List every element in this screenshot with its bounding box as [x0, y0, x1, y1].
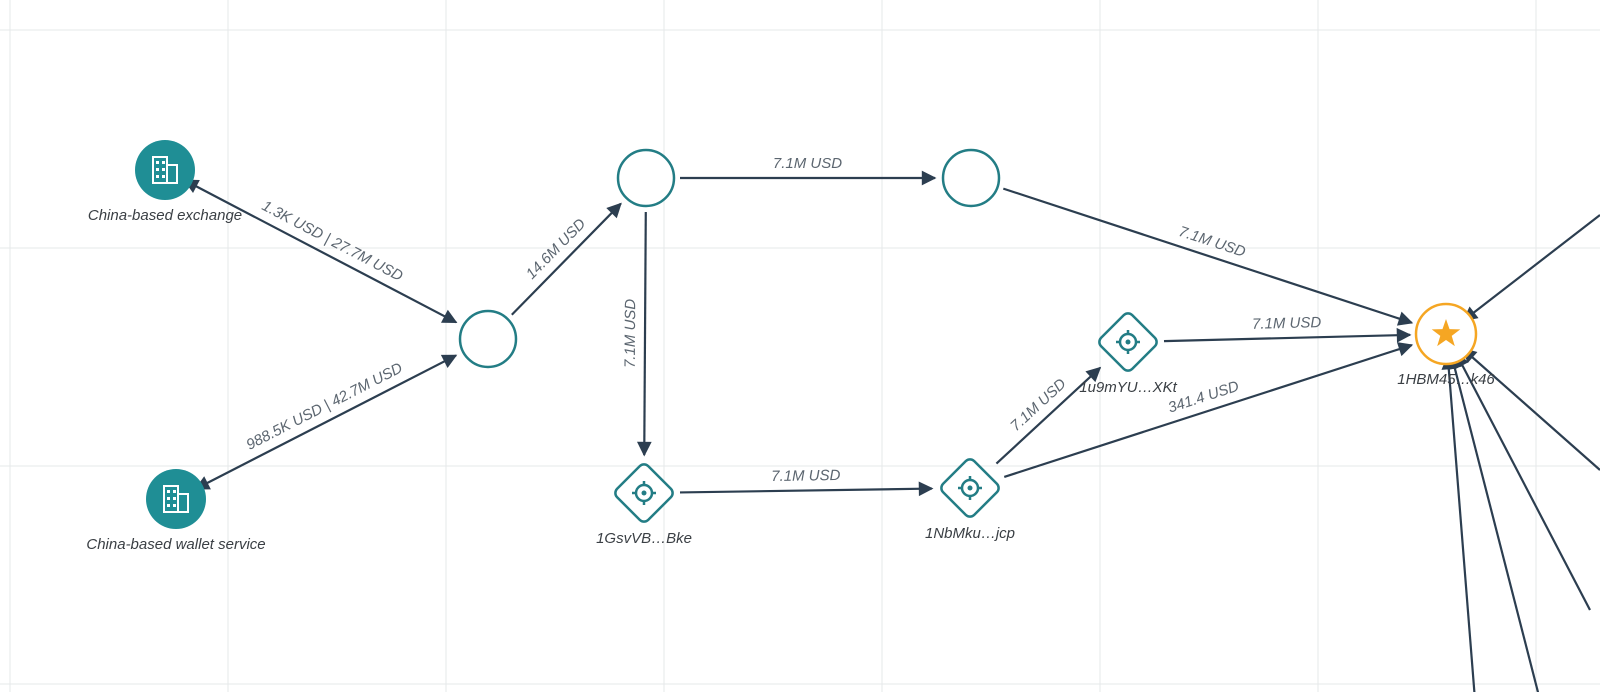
- offscreen-edge-2: [1462, 364, 1590, 610]
- edge-label-e2: 988.5K USD | 42.7M USD: [244, 359, 406, 453]
- edge-e5: 7.1M USD: [680, 155, 935, 178]
- node-mid2[interactable]: [943, 150, 999, 206]
- node-label-wallet: China-based wallet service: [86, 536, 265, 553]
- edge-e9: 7.1M USD: [1003, 189, 1411, 323]
- graph-canvas[interactable]: 1.3K USD | 27.7M USD 988.5K USD | 42.7M U…: [0, 0, 1600, 692]
- background-grid: [0, 0, 1600, 692]
- edge-e8: 7.1M USD: [1164, 314, 1410, 341]
- edge-label-e5: 7.1M USD: [773, 155, 842, 172]
- node-hub1[interactable]: [460, 311, 516, 367]
- node-exchange[interactable]: China-based exchange: [88, 140, 242, 224]
- node-label-exchange: China-based exchange: [88, 207, 242, 224]
- edge-label-e10: 341.4 USD: [1166, 378, 1241, 417]
- node-wallet[interactable]: China-based wallet service: [86, 469, 265, 553]
- edges-layer: 1.3K USD | 27.7M USD 988.5K USD | 42.7M U…: [195, 155, 1412, 492]
- edge-label-e1: 1.3K USD | 27.7M USD: [259, 197, 406, 285]
- edge-e10: 341.4 USD: [1004, 345, 1411, 477]
- edge-label-e3: 14.6M USD: [523, 215, 590, 282]
- node-addr2[interactable]: 1NbMku…jcp: [925, 457, 1015, 542]
- offscreen-edges: [1449, 215, 1600, 692]
- edge-label-e6: 7.1M USD: [771, 467, 841, 485]
- edge-e2: 988.5K USD | 42.7M USD: [206, 355, 456, 483]
- edge-label-e4: 7.1M USD: [622, 299, 639, 368]
- node-addr3[interactable]: 1u9mYU…XKt: [1079, 311, 1177, 396]
- edge-label-e8: 7.1M USD: [1252, 314, 1322, 333]
- offscreen-edge-4: [1449, 368, 1475, 692]
- edge-label-e9: 7.1M USD: [1177, 223, 1248, 261]
- node-label-addr1: 1GsvVB…Bke: [596, 530, 692, 547]
- node-label-addr2: 1NbMku…jcp: [925, 525, 1015, 542]
- offscreen-edge-3: [1454, 367, 1540, 692]
- node-label-addr3: 1u9mYU…XKt: [1079, 379, 1177, 396]
- edge-e6: 7.1M USD: [680, 467, 932, 492]
- node-mid1[interactable]: [618, 150, 674, 206]
- edge-e3: 14.6M USD: [512, 204, 621, 315]
- node-addr1[interactable]: 1GsvVB…Bke: [596, 462, 692, 547]
- node-label-dest: 1HBM45…k46: [1397, 371, 1495, 388]
